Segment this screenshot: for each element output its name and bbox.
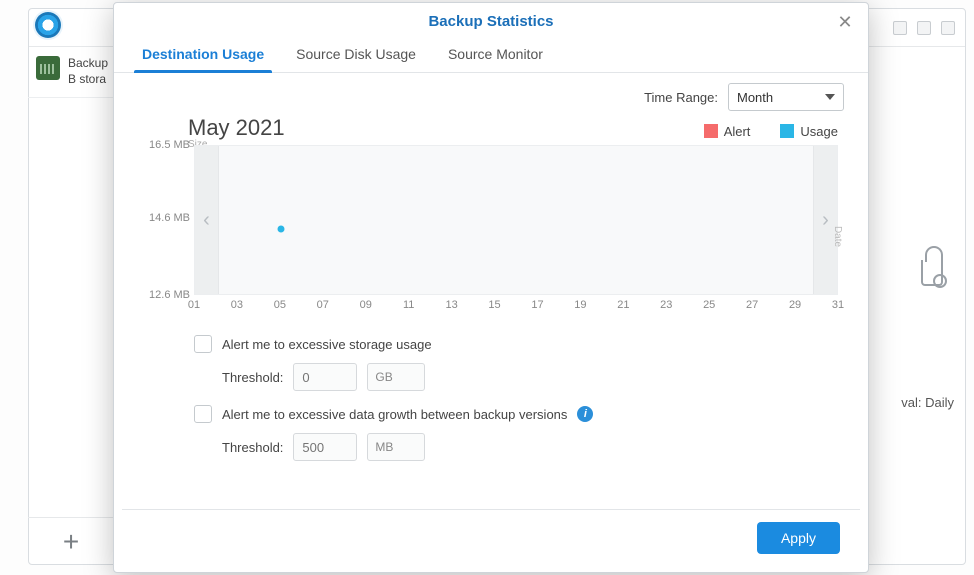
- x-tick: 25: [703, 299, 715, 311]
- time-range-value: Month: [737, 90, 773, 105]
- chevron-down-icon: [825, 94, 835, 100]
- task-line1: Backup: [68, 56, 108, 72]
- close-parent-button[interactable]: [941, 21, 955, 35]
- tab-destination-usage[interactable]: Destination Usage: [140, 38, 266, 72]
- dialog-title: Backup Statistics: [114, 13, 868, 30]
- chart-x-label: Date: [832, 226, 843, 247]
- threshold-label: Threshold:: [222, 370, 283, 385]
- alert-growth-checkbox[interactable]: [194, 405, 212, 423]
- growth-threshold-row: Threshold: MB: [222, 433, 844, 461]
- threshold-label: Threshold:: [222, 440, 283, 455]
- lock-icon[interactable]: [921, 260, 943, 286]
- tab-source-monitor[interactable]: Source Monitor: [446, 38, 545, 72]
- y-tick: 16.5 MB: [149, 139, 190, 151]
- x-tick: 13: [445, 299, 457, 311]
- x-tick: 23: [660, 299, 672, 311]
- tab-source-disk-usage[interactable]: Source Disk Usage: [294, 38, 418, 72]
- storage-threshold-input[interactable]: [293, 363, 357, 391]
- y-tick: 12.6 MB: [149, 289, 190, 301]
- x-tick: 01: [188, 299, 200, 311]
- alert-growth-row: Alert me to excessive data growth betwee…: [194, 405, 844, 423]
- storage-threshold-row: Threshold: GB: [222, 363, 844, 391]
- task-line2: B stora: [68, 72, 108, 88]
- add-task-button[interactable]: +: [28, 517, 114, 565]
- plot-area: ‹ ›: [194, 145, 838, 295]
- alert-settings: Alert me to excessive storage usage Thre…: [194, 335, 844, 461]
- x-tick: 29: [789, 299, 801, 311]
- legend-alert: Alert: [704, 124, 751, 139]
- alert-storage-checkbox[interactable]: [194, 335, 212, 353]
- minimize-button[interactable]: [893, 21, 907, 35]
- schedule-text: val: Daily: [901, 395, 954, 410]
- x-tick: 03: [231, 299, 243, 311]
- dialog-header: Backup Statistics ✕: [114, 3, 868, 38]
- usage-swatch: [780, 124, 794, 138]
- storage-threshold-unit-select[interactable]: GB: [367, 363, 425, 391]
- app-icon: [35, 12, 61, 38]
- right-side-icons: [908, 260, 956, 286]
- backup-statistics-dialog: Backup Statistics ✕ Destination Usage So…: [113, 2, 869, 573]
- x-tick: 05: [274, 299, 286, 311]
- x-tick: 27: [746, 299, 758, 311]
- time-range-select[interactable]: Month: [728, 83, 844, 111]
- tab-bar: Destination Usage Source Disk Usage Sour…: [114, 38, 868, 73]
- alert-storage-row: Alert me to excessive storage usage: [194, 335, 844, 353]
- x-tick: 17: [531, 299, 543, 311]
- time-range-label: Time Range:: [644, 90, 718, 105]
- sidebar: Backup B stora: [28, 46, 114, 565]
- info-icon[interactable]: i: [577, 406, 593, 422]
- growth-threshold-unit-select[interactable]: MB: [367, 433, 425, 461]
- x-tick: 21: [617, 299, 629, 311]
- x-tick: 07: [317, 299, 329, 311]
- x-tick: 09: [360, 299, 372, 311]
- x-tick: 11: [403, 299, 414, 311]
- y-axis: 16.5 MB14.6 MB12.6 MB: [138, 145, 194, 295]
- x-tick: 19: [574, 299, 586, 311]
- x-tick: 31: [832, 299, 844, 311]
- alert-storage-label: Alert me to excessive storage usage: [222, 337, 432, 352]
- alert-growth-label: Alert me to excessive data growth betwee…: [222, 407, 567, 422]
- backup-task-item[interactable]: Backup B stora: [28, 46, 113, 98]
- y-tick: 14.6 MB: [149, 212, 190, 224]
- chart-prev-button[interactable]: ‹: [195, 146, 219, 294]
- dialog-footer: Apply: [122, 509, 860, 566]
- x-axis: 01030507091113151719212325272931: [194, 295, 838, 317]
- apply-button[interactable]: Apply: [757, 522, 840, 554]
- time-range-row: Time Range: Month: [138, 83, 844, 111]
- dialog-body: Time Range: Month May 2021 Size Alert Us…: [114, 73, 868, 509]
- x-tick: 15: [488, 299, 500, 311]
- task-icon: [36, 56, 60, 80]
- chart-block: May 2021 Size Alert Usage 16.5 MB14.6 MB…: [138, 115, 844, 317]
- data-point: [277, 226, 284, 233]
- chart-area: 16.5 MB14.6 MB12.6 MB ‹ › Date 010305070…: [138, 145, 838, 317]
- chart-next-button[interactable]: ›: [813, 146, 837, 294]
- growth-threshold-input[interactable]: [293, 433, 357, 461]
- task-text: Backup B stora: [68, 56, 108, 87]
- close-icon[interactable]: ✕: [836, 13, 854, 31]
- maximize-button[interactable]: [917, 21, 931, 35]
- legend-usage: Usage: [780, 124, 838, 139]
- alert-swatch: [704, 124, 718, 138]
